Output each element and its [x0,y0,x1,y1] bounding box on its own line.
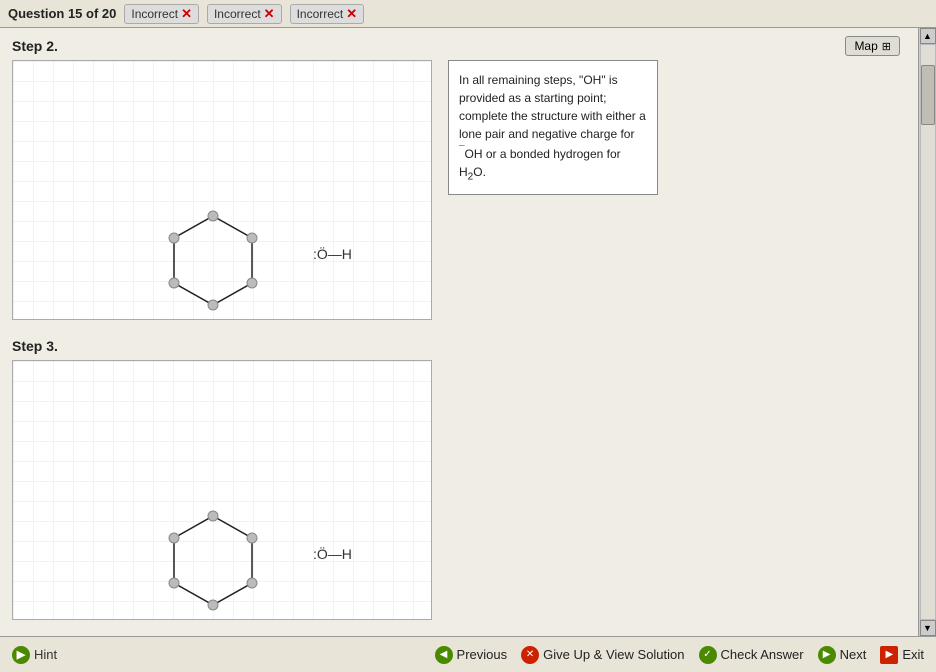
next-icon: ▶ [818,646,836,664]
step-3-label: Step 3. [12,338,906,354]
scroll-track[interactable] [920,44,936,620]
scrollbar[interactable]: ▲ ▼ [918,28,936,636]
previous-button[interactable]: ◀ Previous [435,646,508,664]
x-icon-2: ✕ [264,6,275,22]
next-label: Next [840,647,867,662]
question-label: Question 15 of 20 [8,6,116,21]
previous-icon: ◀ [435,646,453,664]
hint-button[interactable]: ▶ Hint [12,646,57,664]
step-3-container: Step 3. [12,338,906,620]
oh-label-1: :Ö—H [313,246,352,262]
incorrect-badge-3: Incorrect ✕ [290,4,365,24]
check-answer-button[interactable]: ✓ Check Answer [699,646,804,664]
give-up-icon: ✕ [521,646,539,664]
exit-button[interactable]: ▶ Exit [880,646,924,664]
map-button[interactable]: Map ⊞ [845,36,900,56]
scroll-down-arrow[interactable]: ▼ [920,620,936,636]
incorrect-label-3: Incorrect [297,7,344,21]
grid-svg-2 [13,361,431,619]
content-area[interactable]: Map ⊞ Step 2. [0,28,918,636]
step-2-container: Step 2. [12,38,906,320]
step-3-grid[interactable]: :Ö—H [12,360,432,620]
check-answer-icon: ✓ [699,646,717,664]
x-icon-3: ✕ [346,6,357,22]
incorrect-label-1: Incorrect [131,7,178,21]
scroll-up-arrow[interactable]: ▲ [920,28,936,44]
give-up-button[interactable]: ✕ Give Up & View Solution [521,646,684,664]
map-label: Map [854,39,877,53]
incorrect-badge-1: Incorrect ✕ [124,4,199,24]
hint-icon: ▶ [12,646,30,664]
main-area: Map ⊞ Step 2. [0,28,936,636]
step-2-grid[interactable]: :Ö—H [12,60,432,320]
x-icon-1: ✕ [181,6,192,22]
hint-label: Hint [34,647,57,662]
step-2-label: Step 2. [12,38,906,54]
info-box-text: In all remaining steps, "OH" is provided… [459,73,646,179]
map-icon: ⊞ [882,40,891,53]
grid-svg-1 [13,61,431,319]
top-bar: Question 15 of 20 Incorrect ✕ Incorrect … [0,0,936,28]
step-2-content: :Ö—H In all remaining steps, "OH" is pro… [12,60,906,320]
step-3-content: :Ö—H [12,360,906,620]
next-button[interactable]: ▶ Next [818,646,867,664]
exit-label: Exit [902,647,924,662]
exit-icon: ▶ [880,646,898,664]
incorrect-badge-2: Incorrect ✕ [207,4,282,24]
check-answer-label: Check Answer [721,647,804,662]
info-box: In all remaining steps, "OH" is provided… [448,60,658,195]
previous-label: Previous [457,647,508,662]
incorrect-label-2: Incorrect [214,7,261,21]
nav-buttons: ◀ Previous ✕ Give Up & View Solution ✓ C… [435,646,924,664]
scroll-thumb[interactable] [921,65,935,125]
give-up-label: Give Up & View Solution [543,647,684,662]
oh-label-2: :Ö—H [313,546,352,562]
bottom-bar: ▶ Hint ◀ Previous ✕ Give Up & View Solut… [0,636,936,672]
